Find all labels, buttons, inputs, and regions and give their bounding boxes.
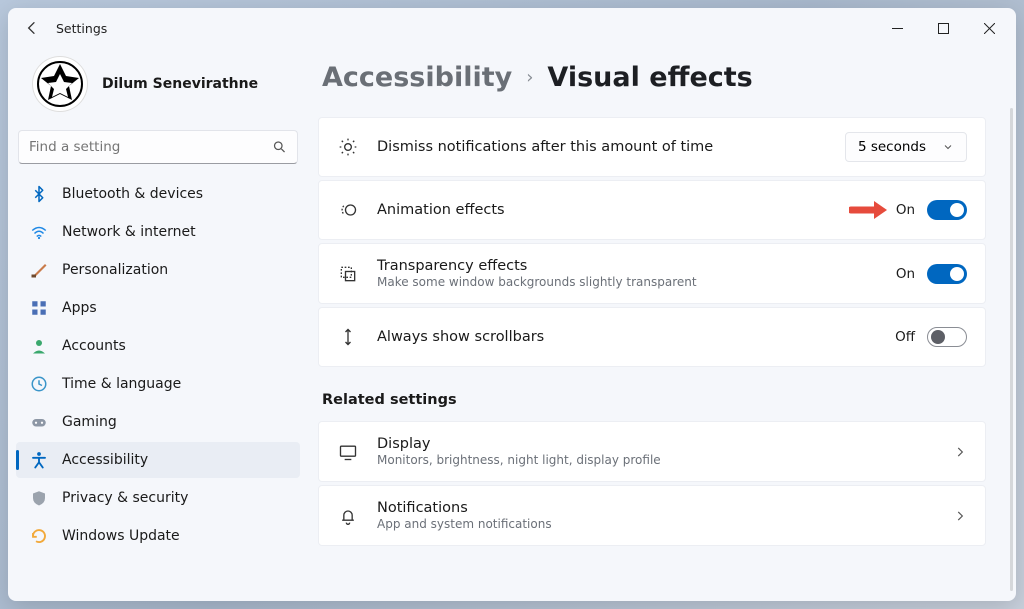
setting-title: Dismiss notifications after this amount … [377, 139, 713, 155]
search-icon [272, 139, 287, 155]
chevron-right-icon [953, 509, 967, 523]
sidebar-item-label: Windows Update [62, 528, 180, 544]
arrow-annotation [849, 198, 889, 222]
brush-icon [30, 261, 48, 279]
setting-animation: Animation effects On [318, 180, 986, 240]
scrollbars-icon [337, 327, 359, 347]
titlebar: Settings [8, 8, 1016, 48]
sidebar: Dilum Senevirathne Bluetooth & devices Ne… [8, 48, 308, 601]
update-icon [30, 527, 48, 545]
sidebar-item-gamepad[interactable]: Gaming [16, 404, 300, 440]
bell-icon [337, 506, 359, 526]
related-display[interactable]: Display Monitors, brightness, night ligh… [318, 421, 986, 482]
search-input-wrap[interactable] [18, 130, 298, 164]
bluetooth-icon [30, 185, 48, 203]
toggle-state-label: On [896, 202, 915, 218]
sidebar-item-label: Personalization [62, 262, 168, 278]
sidebar-item-wifi[interactable]: Network & internet [16, 214, 300, 250]
related-title: Notifications [377, 500, 552, 516]
window-controls [874, 8, 1012, 48]
related-desc: Monitors, brightness, night light, displ… [377, 453, 661, 467]
accessibility-icon [30, 451, 48, 469]
toggle-state-label: On [896, 266, 915, 282]
setting-timer: Dismiss notifications after this amount … [318, 117, 986, 177]
search-input[interactable] [29, 139, 272, 155]
apps-icon [30, 299, 48, 317]
page-title: Visual effects [547, 62, 752, 93]
maximize-button[interactable] [920, 8, 966, 48]
dropdown-value: 5 seconds [858, 139, 926, 155]
sidebar-item-brush[interactable]: Personalization [16, 252, 300, 288]
sidebar-item-label: Network & internet [62, 224, 196, 240]
related-heading: Related settings [322, 392, 986, 408]
app-title: Settings [56, 21, 107, 36]
setting-title: Transparency effects [377, 258, 697, 274]
sidebar-item-label: Time & language [62, 376, 181, 392]
sidebar-item-label: Bluetooth & devices [62, 186, 203, 202]
breadcrumb: Accessibility › Visual effects [318, 62, 996, 93]
settings-list: Dismiss notifications after this amount … [318, 117, 996, 546]
avatar [32, 56, 88, 112]
back-button[interactable] [12, 8, 52, 48]
setting-title: Animation effects [377, 202, 505, 218]
setting-desc: Make some window backgrounds slightly tr… [377, 275, 697, 289]
user-name: Dilum Senevirathne [102, 76, 258, 92]
setting-transparency: Transparency effects Make some window ba… [318, 243, 986, 304]
sidebar-item-label: Accounts [62, 338, 126, 354]
sidebar-item-bluetooth[interactable]: Bluetooth & devices [16, 176, 300, 212]
setting-scrollbars: Always show scrollbars Off [318, 307, 986, 367]
user-profile[interactable]: Dilum Senevirathne [16, 48, 300, 130]
display-icon [337, 442, 359, 462]
sidebar-item-label: Privacy & security [62, 490, 188, 506]
sidebar-item-accessibility[interactable]: Accessibility [16, 442, 300, 478]
minimize-button[interactable] [874, 8, 920, 48]
sidebar-item-apps[interactable]: Apps [16, 290, 300, 326]
close-button[interactable] [966, 8, 1012, 48]
dismiss-time-dropdown[interactable]: 5 seconds [845, 132, 967, 162]
sidebar-item-update[interactable]: Windows Update [16, 518, 300, 554]
sidebar-item-label: Accessibility [62, 452, 148, 468]
wifi-icon [30, 223, 48, 241]
settings-window: Settings Dilum Senevirathne [8, 8, 1016, 601]
person-icon [30, 337, 48, 355]
animation-icon [337, 200, 359, 220]
setting-title: Always show scrollbars [377, 329, 544, 345]
sidebar-item-clock[interactable]: Time & language [16, 366, 300, 402]
gamepad-icon [30, 413, 48, 431]
sidebar-item-label: Apps [62, 300, 97, 316]
chevron-right-icon [953, 445, 967, 459]
chevron-right-icon: › [526, 67, 533, 88]
chevron-down-icon [942, 141, 954, 153]
main-content: Accessibility › Visual effects Dismiss n… [308, 48, 1016, 601]
animation-toggle[interactable] [927, 200, 967, 220]
toggle-state-label: Off [895, 329, 915, 345]
timer-icon [337, 137, 359, 157]
sidebar-item-person[interactable]: Accounts [16, 328, 300, 364]
scrollbars-toggle[interactable] [927, 327, 967, 347]
shield-icon [30, 489, 48, 507]
sidebar-item-label: Gaming [62, 414, 117, 430]
sidebar-item-shield[interactable]: Privacy & security [16, 480, 300, 516]
clock-icon [30, 375, 48, 393]
scrollbar[interactable] [1010, 108, 1013, 591]
related-title: Display [377, 436, 661, 452]
nav-list: Bluetooth & devices Network & internet Per… [16, 176, 300, 554]
transparency-icon [337, 264, 359, 284]
breadcrumb-parent[interactable]: Accessibility [322, 62, 512, 93]
related-desc: App and system notifications [377, 517, 552, 531]
transparency-toggle[interactable] [927, 264, 967, 284]
related-bell[interactable]: Notifications App and system notificatio… [318, 485, 986, 546]
